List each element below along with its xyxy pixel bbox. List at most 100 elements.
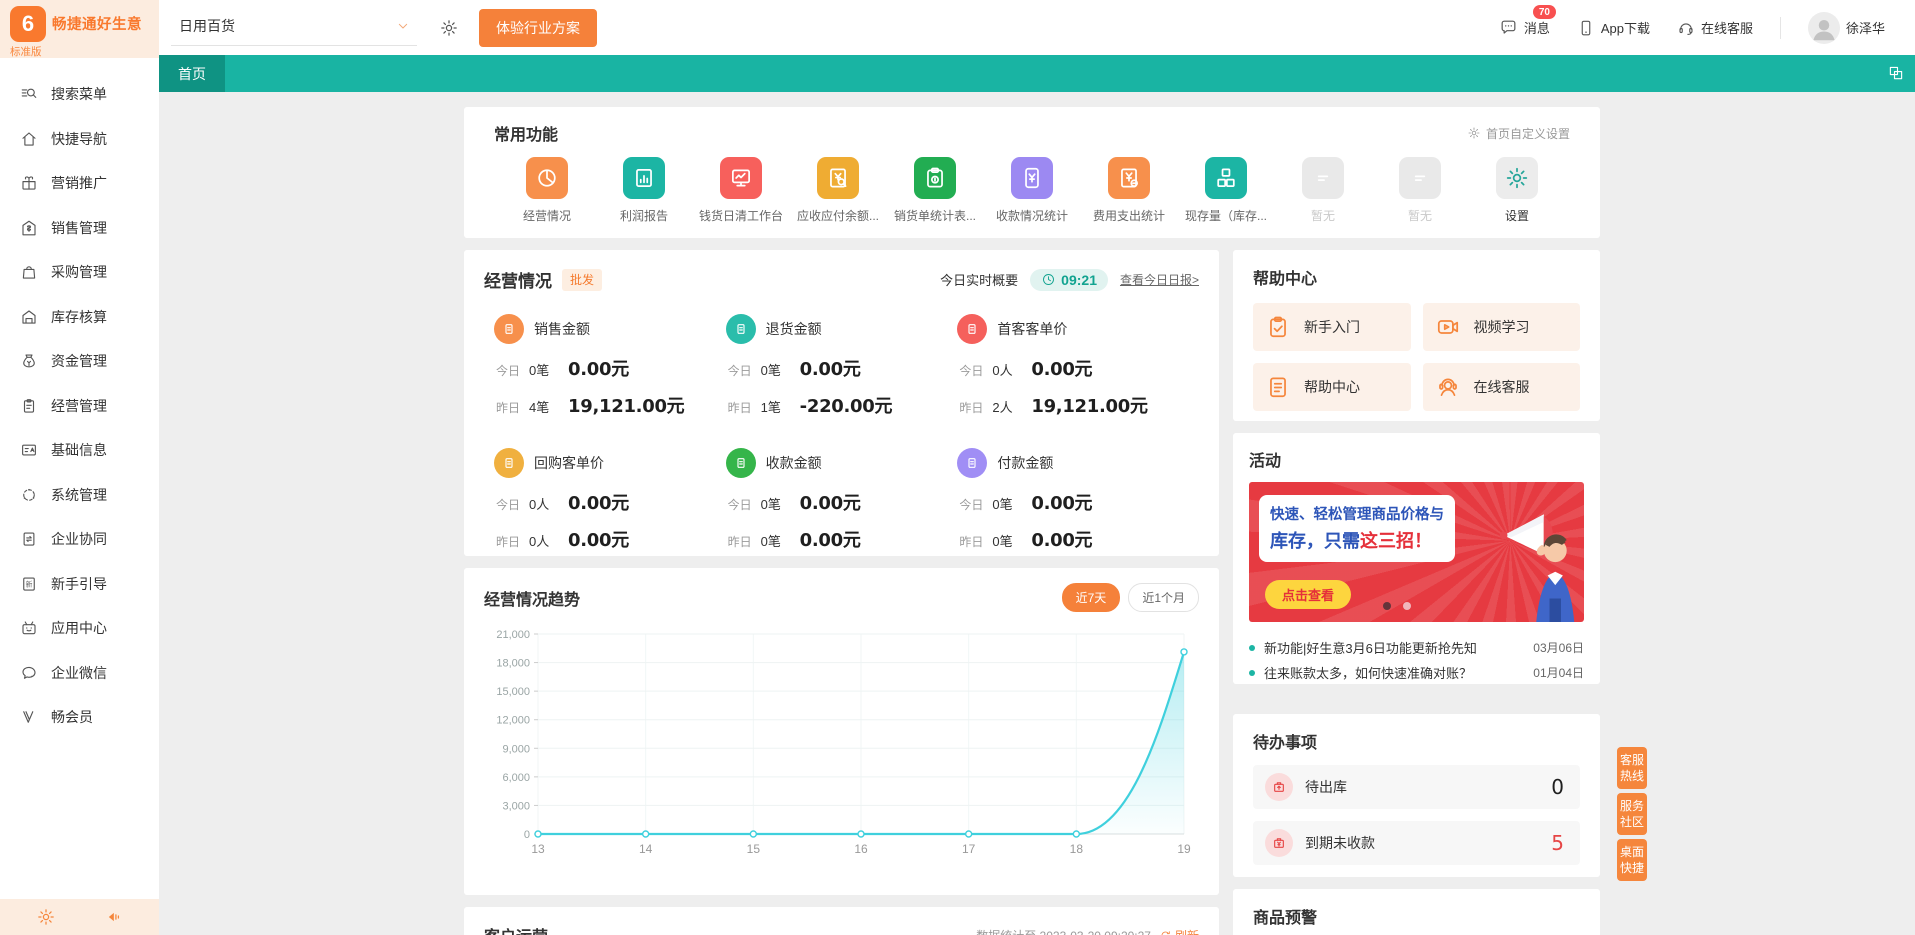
help-center-card: 帮助中心 新手入门 视频学习 帮助中心 在线客服 xyxy=(1233,250,1600,421)
help-tile-4[interactable]: 在线客服 xyxy=(1422,363,1580,411)
online-service-label: 在线客服 xyxy=(1700,21,1753,36)
stat-icon xyxy=(957,314,988,344)
function-item-7[interactable]: 费用支出统计 xyxy=(1090,157,1168,224)
phoneyen-icon xyxy=(1011,157,1053,199)
sidebar-item-label: 营销推广 xyxy=(51,175,107,192)
activity-card: 活动 快速、轻松管理商品价格与 库存，只需这三招！ 点击查看 新功能|好生意3月… xyxy=(1233,433,1600,684)
experience-plan-button[interactable]: 体验行业方案 xyxy=(479,8,597,47)
banner-line2-blue: 库存，只需 xyxy=(1270,531,1360,551)
range-button-1[interactable]: 近7天 xyxy=(1061,583,1121,612)
stat-row: 昨日 2人 19,121.00元 xyxy=(957,392,1189,418)
stat-amount: 0.00元 xyxy=(1031,530,1093,551)
svg-text:18: 18 xyxy=(1070,842,1084,856)
range-button-2[interactable]: 近1个月 xyxy=(1128,583,1199,612)
sidebar-item-member[interactable]: 畅会员 xyxy=(0,695,159,740)
outbox-icon xyxy=(1265,773,1293,801)
function-item-6[interactable]: 收款情况统计 xyxy=(993,157,1071,224)
stat-count: 2人 xyxy=(992,400,1013,415)
wechat-icon xyxy=(20,664,38,682)
todo-row-2[interactable]: 到期未收款 5 xyxy=(1253,821,1580,865)
stat-count: 0笔 xyxy=(760,363,781,378)
sidebar-item-warehouse[interactable]: 库存核算 xyxy=(0,295,159,340)
business-card: 经营情况 批发 今日实时概要 09:21 查看今日日报> 销售金额 今日 0笔 0.0… xyxy=(464,250,1219,556)
svg-text:新: 新 xyxy=(26,579,33,588)
stat-amount: 0.00元 xyxy=(799,530,861,551)
float-button-2[interactable]: 服务社区 xyxy=(1617,793,1647,835)
stat-count: 4笔 xyxy=(529,400,550,415)
sidebar-item-label: 采购管理 xyxy=(51,264,107,281)
messages-item[interactable]: 消息 70 xyxy=(1499,5,1556,37)
function-item-9[interactable]: 暂无 xyxy=(1284,157,1362,224)
float-button-1[interactable]: 客服热线 xyxy=(1617,747,1647,789)
carousel-dot[interactable] xyxy=(1402,602,1411,610)
pie-icon xyxy=(526,157,568,199)
function-item-2[interactable]: 利润报告 xyxy=(605,157,683,224)
online-service-item[interactable]: 在线客服 xyxy=(1677,18,1753,37)
todo-label: 待出库 xyxy=(1305,779,1347,795)
stat-amount: 19,121.00元 xyxy=(568,396,685,417)
sidebar-item-sale[interactable]: 销售管理 xyxy=(0,206,159,251)
carousel-dot-active[interactable] xyxy=(1382,602,1391,610)
sidebar-item-clipboard[interactable]: 经营管理 xyxy=(0,384,159,429)
function-item-5[interactable]: 销货单统计表... xyxy=(894,157,976,224)
gift-icon xyxy=(20,174,38,192)
trend-chart: 0 3,000 6,000 9,000 12,000 15,000 18,000 21,000… xyxy=(484,620,1199,873)
home-icon xyxy=(20,130,38,148)
todo-label: 到期未收款 xyxy=(1305,835,1375,851)
banner-line1: 快速、轻松管理商品价格与 xyxy=(1270,507,1444,523)
sidebar-item-appcenter[interactable]: 应用中心 xyxy=(0,606,159,651)
stat-amount: -220.00元 xyxy=(799,396,893,417)
stat-count: 1笔 xyxy=(760,400,781,415)
avatar xyxy=(1807,11,1840,44)
tabbar: 首页 xyxy=(159,55,1915,92)
receivable-icon xyxy=(1265,829,1293,857)
function-item-3[interactable]: 钱货日清工作台 xyxy=(699,157,783,224)
function-item-11[interactable]: 设置 xyxy=(1478,157,1556,224)
sidebar-item-home[interactable]: 快捷导航 xyxy=(0,117,159,162)
help-tile-2[interactable]: 视频学习 xyxy=(1422,303,1580,351)
topbar-gear-icon[interactable] xyxy=(439,18,459,38)
app-download-item[interactable]: App下载 xyxy=(1577,18,1650,37)
sidebar-item-label: 系统管理 xyxy=(51,486,107,503)
sidebar-settings-icon[interactable] xyxy=(36,907,56,927)
product-alert-card: 商品预警 xyxy=(1233,889,1600,935)
svg-text:9,000: 9,000 xyxy=(502,743,530,755)
function-item-10[interactable]: 暂无 xyxy=(1381,157,1459,224)
home-customize-link[interactable]: 首页自定义设置 xyxy=(1467,125,1570,142)
sidebar-collapse-icon[interactable] xyxy=(103,907,123,927)
activity-banner[interactable]: 快速、轻松管理商品价格与 库存，只需这三招！ 点击查看 xyxy=(1249,482,1584,622)
gear-icon xyxy=(1496,157,1538,199)
wholesale-tag: 批发 xyxy=(562,268,603,291)
sidebar-item-gift[interactable]: 营销推广 xyxy=(0,161,159,206)
function-item-label: 设置 xyxy=(1504,209,1529,223)
help-tile-1[interactable]: 新手入门 xyxy=(1253,303,1411,351)
collab-icon xyxy=(20,530,38,548)
function-item-4[interactable]: 应收应付余额... xyxy=(797,157,879,224)
tab-home[interactable]: 首页 xyxy=(159,55,225,92)
sidebar-item-collab[interactable]: 企业协同 xyxy=(0,517,159,562)
function-item-label: 费用支出统计 xyxy=(1092,209,1165,223)
tab-expand-icon[interactable] xyxy=(1887,64,1905,82)
stat-icon xyxy=(725,448,756,478)
function-item-8[interactable]: 现存量（库存... xyxy=(1185,157,1267,224)
float-button-3[interactable]: 桌面快捷 xyxy=(1617,839,1647,881)
sidebar-item-idcard[interactable]: 基础信息 xyxy=(0,428,159,473)
sidebar-item-wechat[interactable]: 企业微信 xyxy=(0,651,159,696)
industry-select[interactable]: 日用百货 xyxy=(171,9,417,46)
time-value: 09:21 xyxy=(1061,271,1097,288)
sidebar-item-money[interactable]: 资金管理 xyxy=(0,339,159,384)
sidebar-item-bag[interactable]: 采购管理 xyxy=(0,250,159,295)
help-tile-3[interactable]: 帮助中心 xyxy=(1253,363,1411,411)
sidebar-item-guide[interactable]: 新 新手引导 xyxy=(0,562,159,607)
function-item-1[interactable]: 经营情况 xyxy=(508,157,586,224)
refresh-link[interactable]: 刷新 xyxy=(1159,927,1199,935)
todo-row-1[interactable]: 待出库 0 xyxy=(1253,765,1580,809)
news-item-1[interactable]: 新功能|好生意3月6日功能更新抢先知 03月06日 xyxy=(1249,635,1584,660)
sidebar-item-system[interactable]: 系统管理 xyxy=(0,473,159,518)
sidebar-item-menu-search[interactable]: 搜索菜单 xyxy=(0,72,159,117)
daily-report-link[interactable]: 查看今日日报> xyxy=(1120,271,1199,288)
function-item-label: 经营情况 xyxy=(522,209,571,223)
user-item[interactable]: 徐泽华 xyxy=(1807,11,1885,44)
app-root: 6 畅捷通好生意 标准版 搜索菜单 快捷导航 营销推广 销售管理 采购管理 库存核算 资金管… xyxy=(0,0,1915,935)
news-item-2[interactable]: 往来账款太多，如何快速准确对账？ 01月04日 xyxy=(1249,660,1584,685)
